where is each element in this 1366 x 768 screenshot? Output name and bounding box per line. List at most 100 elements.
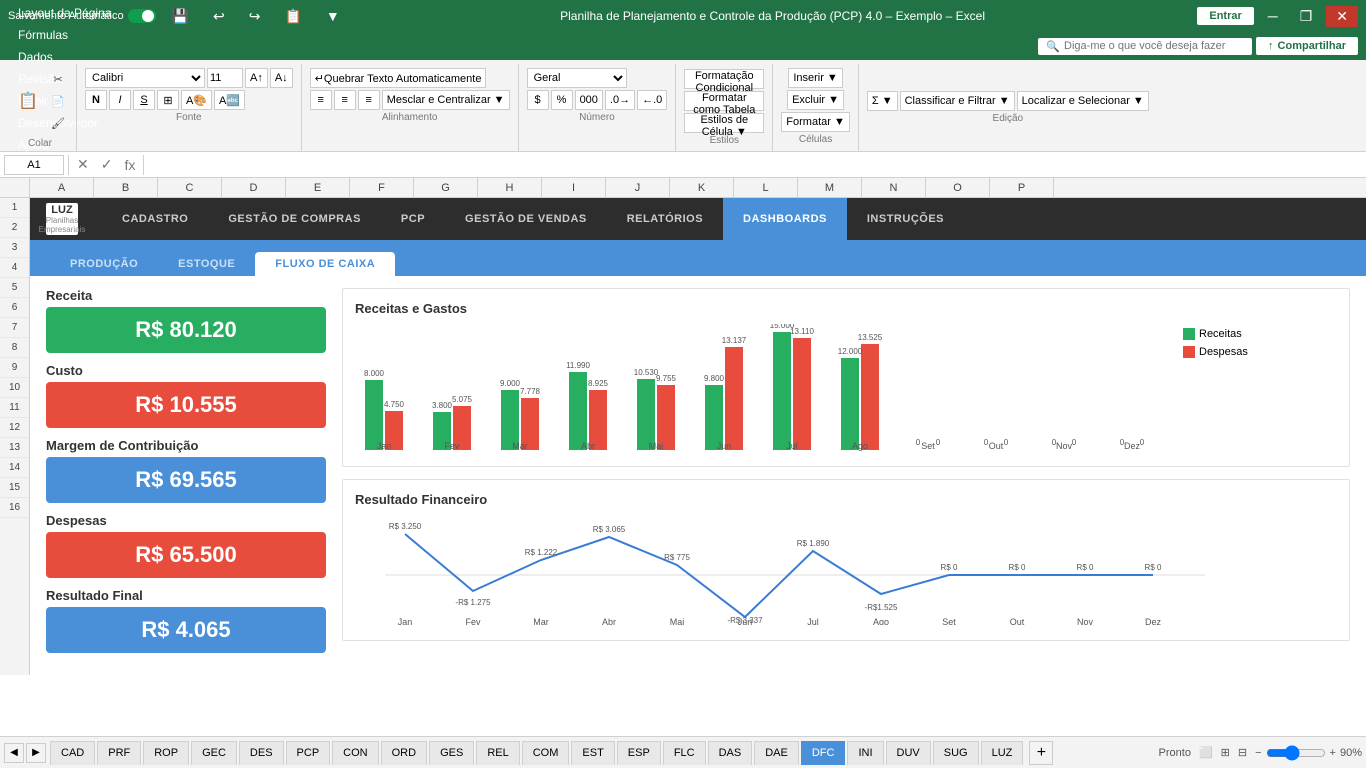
align-right-btn[interactable]: ≡: [358, 90, 380, 110]
decimal-decrease-btn[interactable]: ←.0: [637, 90, 667, 110]
ribbon-menu-item-layout-da-página[interactable]: Layout da Página: [8, 2, 121, 24]
sheet-tab-prf[interactable]: PRF: [97, 741, 141, 765]
restore-btn[interactable]: ❐: [1292, 6, 1321, 27]
delete-btn[interactable]: Excluir ▼: [787, 90, 844, 110]
nav-item-relatórios[interactable]: RELATÓRIOS: [607, 198, 723, 240]
sheet-tab-con[interactable]: CON: [332, 741, 378, 765]
share-button[interactable]: ↑ Compartilhar: [1256, 37, 1358, 55]
sheet-tab-ord[interactable]: ORD: [381, 741, 427, 765]
ribbon-search[interactable]: 🔍: [1038, 38, 1252, 55]
col-header-D[interactable]: D: [222, 178, 286, 197]
sheet-tab-rop[interactable]: ROP: [143, 741, 189, 765]
close-btn[interactable]: ✕: [1326, 6, 1358, 27]
format-btn[interactable]: Formatar ▼: [781, 112, 850, 132]
nav-item-gestão-de-compras[interactable]: GESTÃO DE COMPRAS: [208, 198, 381, 240]
col-header-I[interactable]: I: [542, 178, 606, 197]
sum-btn[interactable]: Σ ▼: [867, 91, 898, 111]
decimal-increase-btn[interactable]: .0→: [605, 90, 635, 110]
cancel-formula-btn[interactable]: ✕: [73, 156, 93, 173]
border-btn[interactable]: ⊞: [157, 90, 179, 110]
col-header-G[interactable]: G: [414, 178, 478, 197]
number-format-select[interactable]: Geral: [527, 68, 627, 88]
minimize-btn[interactable]: ─: [1260, 6, 1286, 26]
sheet-tab-com[interactable]: COM: [522, 741, 570, 765]
align-left-btn[interactable]: ≡: [310, 90, 332, 110]
format-painter-icon[interactable]: 🖌: [48, 113, 68, 133]
customize-btn[interactable]: ▼: [318, 6, 348, 26]
nav-item-dashboards[interactable]: DASHBOARDS: [723, 198, 847, 240]
ribbon-menu-item-fórmulas[interactable]: Fórmulas: [8, 24, 121, 46]
sheet-tab-ges[interactable]: GES: [429, 741, 474, 765]
sheet-tab-des[interactable]: DES: [239, 741, 284, 765]
col-header-N[interactable]: N: [862, 178, 926, 197]
sheet-tab-est[interactable]: EST: [571, 741, 614, 765]
layout-normal-icon[interactable]: ⬜: [1199, 746, 1213, 759]
col-header-C[interactable]: C: [158, 178, 222, 197]
fill-color-btn[interactable]: A🎨: [181, 90, 212, 110]
col-header-K[interactable]: K: [670, 178, 734, 197]
find-select-btn[interactable]: Localizar e Selecionar ▼: [1017, 91, 1149, 111]
sort-filter-btn[interactable]: Classificar e Filtrar ▼: [900, 91, 1015, 111]
sheet-tab-dae[interactable]: DAE: [754, 741, 799, 765]
nav-item-gestão-de-vendas[interactable]: GESTÃO DE VENDAS: [445, 198, 607, 240]
cell-reference-input[interactable]: [4, 155, 64, 175]
font-family-select[interactable]: Calibri: [85, 68, 205, 88]
zoom-in-btn[interactable]: +: [1330, 747, 1336, 759]
quick-access-btn[interactable]: 📋: [276, 6, 309, 27]
sheet-tab-flc[interactable]: FLC: [663, 741, 706, 765]
entrar-button[interactable]: Entrar: [1197, 7, 1253, 25]
sub-nav-item-estoque[interactable]: ESTOQUE: [158, 252, 255, 276]
font-size-decrease-btn[interactable]: A↓: [270, 68, 293, 88]
sheet-tab-duv[interactable]: DUV: [886, 741, 931, 765]
sheet-tab-cad[interactable]: CAD: [50, 741, 95, 765]
formula-input[interactable]: [148, 155, 1362, 175]
insert-btn[interactable]: Inserir ▼: [788, 68, 843, 88]
col-header-H[interactable]: H: [478, 178, 542, 197]
sheet-tab-sug[interactable]: SUG: [933, 741, 979, 765]
redo-btn[interactable]: ↪: [241, 6, 269, 27]
font-size-input[interactable]: [207, 68, 243, 88]
col-header-L[interactable]: L: [734, 178, 798, 197]
layout-page-icon[interactable]: ⊞: [1221, 746, 1230, 759]
sheet-tab-luz[interactable]: LUZ: [981, 741, 1024, 765]
cell-styles-btn[interactable]: Estilos de Célula ▼: [684, 113, 764, 133]
undo-btn[interactable]: ↩: [205, 6, 233, 27]
copy-icon[interactable]: 📄: [48, 91, 68, 111]
conditional-format-btn[interactable]: Formatação Condicional ▼: [684, 69, 764, 89]
underline-btn[interactable]: S: [133, 90, 155, 110]
layout-break-icon[interactable]: ⊟: [1238, 746, 1247, 759]
zoom-slider[interactable]: [1266, 745, 1326, 761]
col-header-B[interactable]: B: [94, 178, 158, 197]
col-header-J[interactable]: J: [606, 178, 670, 197]
sheet-tab-dfc[interactable]: DFC: [801, 741, 846, 765]
tab-next-btn[interactable]: ▶: [26, 743, 46, 763]
col-header-E[interactable]: E: [286, 178, 350, 197]
confirm-formula-btn[interactable]: ✓: [97, 156, 117, 173]
nav-item-instruções[interactable]: INSTRUÇÕES: [847, 198, 964, 240]
col-header-O[interactable]: O: [926, 178, 990, 197]
zoom-out-btn[interactable]: −: [1255, 747, 1261, 759]
sheet-tab-das[interactable]: DAS: [708, 741, 753, 765]
insert-function-btn[interactable]: fx: [120, 157, 139, 173]
col-header-A[interactable]: A: [30, 178, 94, 197]
paste-icon[interactable]: 📋: [12, 85, 44, 117]
sheet-tab-pcp[interactable]: PCP: [286, 741, 331, 765]
tab-prev-btn[interactable]: ◀: [4, 743, 24, 763]
sub-nav-item-produção[interactable]: PRODUÇÃO: [50, 252, 158, 276]
thousand-btn[interactable]: 000: [575, 90, 603, 110]
bold-btn[interactable]: N: [85, 90, 107, 110]
col-header-M[interactable]: M: [798, 178, 862, 197]
nav-item-cadastro[interactable]: CADASTRO: [102, 198, 208, 240]
sheet-tab-rel[interactable]: REL: [476, 741, 519, 765]
sub-nav-item-fluxo-de-caixa[interactable]: FLUXO DE CAIXA: [255, 252, 395, 276]
merge-center-btn[interactable]: Mesclar e Centralizar ▼: [382, 90, 510, 110]
sheet-tab-ini[interactable]: INI: [847, 741, 883, 765]
cut-icon[interactable]: ✂: [48, 69, 68, 89]
col-header-P[interactable]: P: [990, 178, 1054, 197]
italic-btn[interactable]: I: [109, 90, 131, 110]
nav-item-pcp[interactable]: PCP: [381, 198, 445, 240]
font-color-btn[interactable]: A🔤: [214, 90, 245, 110]
currency-btn[interactable]: $: [527, 90, 549, 110]
sheet-tab-gec[interactable]: GEC: [191, 741, 237, 765]
save-icon[interactable]: 💾: [164, 6, 197, 27]
